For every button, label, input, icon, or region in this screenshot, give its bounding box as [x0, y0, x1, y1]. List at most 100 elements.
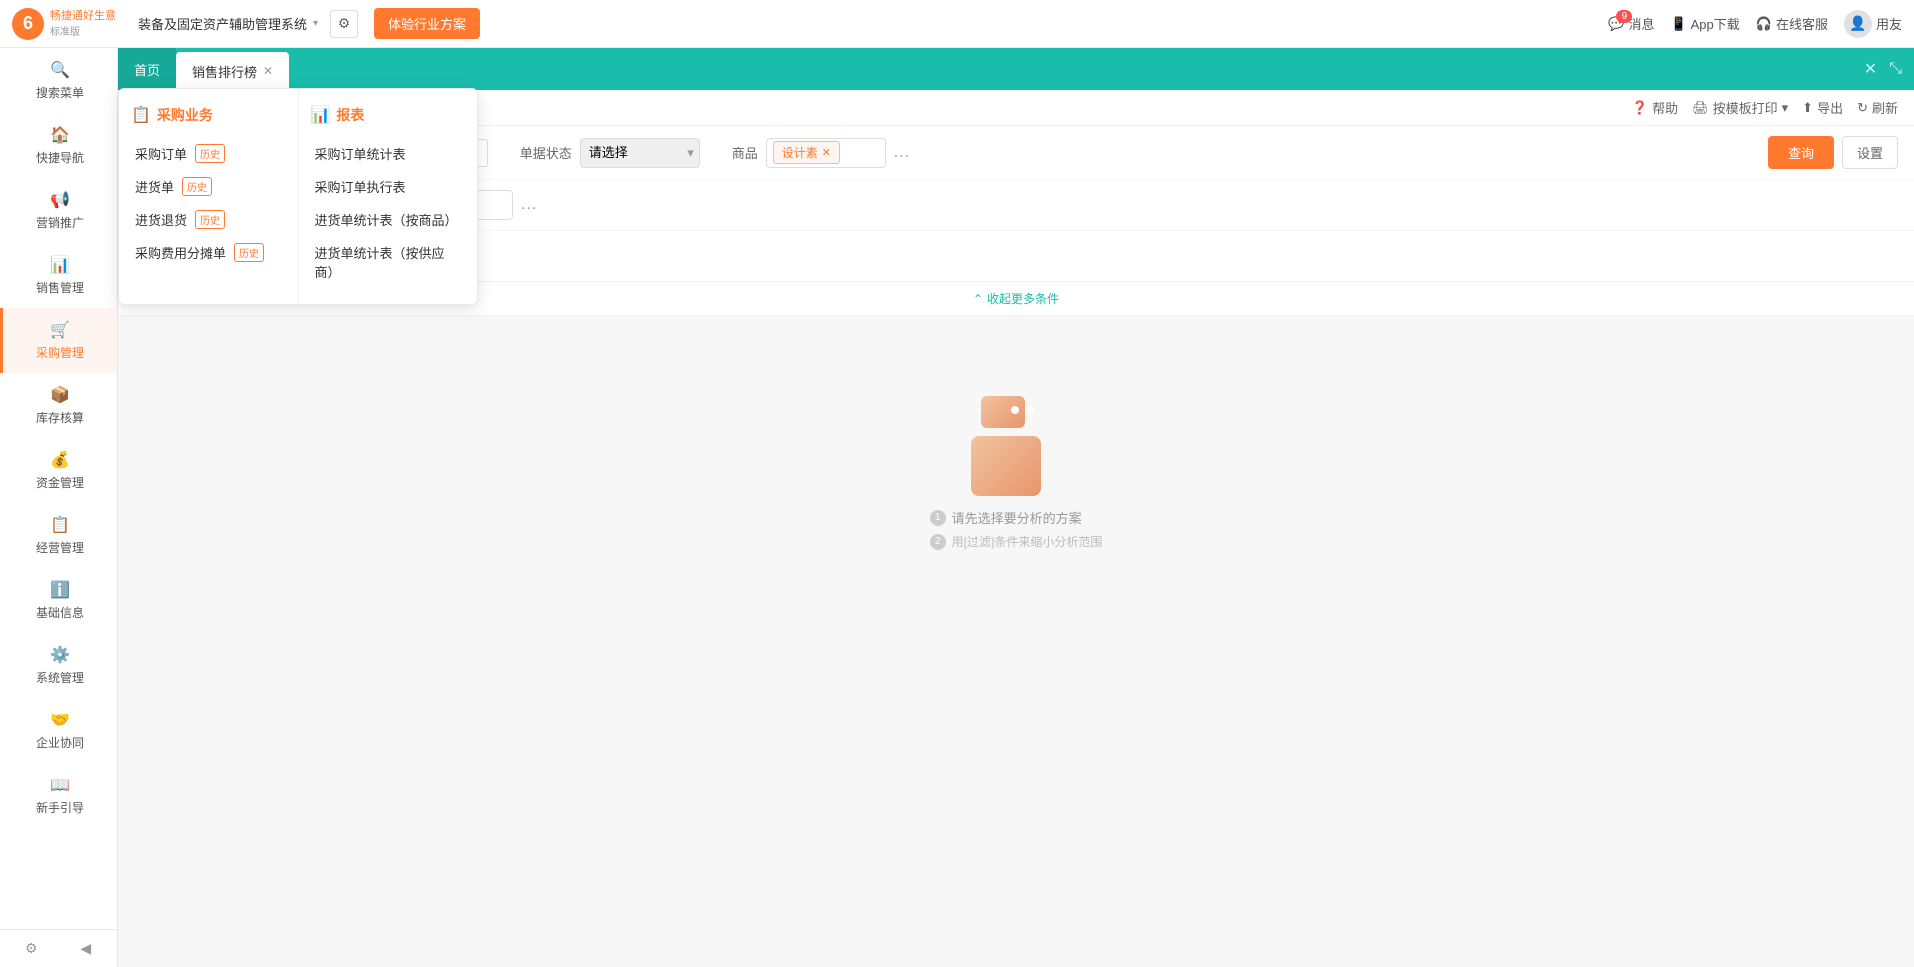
goods-filter: 商品 设计素 ✕ ...	[732, 138, 910, 168]
dropdown-item-purchase-return[interactable]: 进货退货 历史	[131, 203, 286, 236]
sidebar-item-search[interactable]: 🔍 搜索菜单	[0, 48, 117, 113]
headset-icon: 🎧	[1756, 16, 1772, 32]
empty-illustration	[956, 396, 1076, 496]
avatar: 👤	[1844, 10, 1872, 38]
purchase-receipt-history-badge[interactable]: 历史	[182, 177, 212, 196]
logo-text-block: 畅捷通好生意 标准版	[50, 9, 116, 38]
tab-expand-icon[interactable]: ⤡	[1885, 56, 1906, 82]
empty-hint1-text: 请先选择要分析的方案	[952, 508, 1082, 527]
sidebar-item-quick[interactable]: 🏠 快捷导航	[0, 113, 117, 178]
message-item[interactable]: 💬 9 消息	[1608, 14, 1654, 33]
sidebar-item-system[interactable]: ⚙️ 系统管理	[0, 633, 117, 698]
report-col-label: 报表	[336, 105, 364, 125]
template-print-item[interactable]: 🖨 按模板打印 ▾	[1692, 98, 1788, 117]
purchase-order-history-badge[interactable]: 历史	[195, 144, 225, 163]
sidebar-label-system: 系统管理	[36, 669, 84, 686]
sidebar-label-quick: 快捷导航	[36, 149, 84, 166]
sidebar-settings-btn[interactable]: ⚙	[8, 940, 55, 957]
help-item[interactable]: ❓ 帮助	[1632, 98, 1678, 117]
tab-bar: 首页 销售排行榜 ✕ ✕ ⤡	[118, 48, 1914, 90]
app-download-item[interactable]: 📱 App下载	[1670, 14, 1739, 33]
marketing-icon: 📢	[50, 190, 70, 210]
phone-icon: 📱	[1670, 16, 1686, 32]
sidebar-label-capital: 资金管理	[36, 474, 84, 491]
purchase-return-history-badge[interactable]: 历史	[195, 210, 225, 229]
settings-button[interactable]: 设置	[1842, 136, 1898, 169]
report-col: 📊 报表 采购订单统计表 采购订单执行表 进货单统计表（按商品） 进货单统计表（…	[299, 89, 478, 304]
salesperson-dots-btn[interactable]: ...	[521, 196, 537, 214]
refresh-icon: ↻	[1857, 100, 1868, 116]
purchase-col-title: 📋 采购业务	[131, 105, 286, 125]
refresh-item[interactable]: ↻ 刷新	[1857, 98, 1898, 117]
sidebar-item-guide[interactable]: 📖 新手引导	[0, 763, 117, 828]
template-print-label: 按模板打印	[1713, 98, 1778, 117]
sidebar: 🔍 搜索菜单 🏠 快捷导航 📢 营销推广 📊 销售管理 🛒 采购管理 📦 库存核…	[0, 48, 118, 967]
operation-icon: 📋	[50, 515, 70, 535]
sidebar-item-sales[interactable]: 📊 销售管理	[0, 243, 117, 308]
sidebar-bottom: ⚙ ◀	[0, 929, 117, 967]
tab-sales-rank-label: 销售排行榜	[192, 62, 257, 81]
help-icon: ❓	[1632, 100, 1648, 116]
purchase-dropdown-menu: 📋 采购业务 采购订单 历史 进货单 历史 进货退货 历史 采购费用分摊单 历史…	[118, 88, 478, 305]
empty-hints: 1 请先选择要分析的方案 2 用[过滤]条件来缩小分析范围	[930, 508, 1103, 550]
refresh-label: 刷新	[1872, 98, 1898, 117]
dropdown-item-report4[interactable]: 进货单统计表（按供应商）	[311, 236, 466, 288]
sidebar-item-purchase[interactable]: 🛒 采购管理	[0, 308, 117, 373]
system-dropdown-icon[interactable]: ▾	[313, 18, 318, 29]
query-button[interactable]: 查询	[1768, 136, 1834, 169]
tab-close-icon[interactable]: ✕	[263, 64, 273, 78]
top-bar-right: 💬 9 消息 📱 App下载 🎧 在线客服 👤 用友	[1608, 10, 1902, 38]
dropdown-item-purchase-order[interactable]: 采购订单 历史	[131, 137, 286, 170]
goods-tag-text: 设计素	[782, 144, 818, 161]
goods-dots-btn[interactable]: ...	[894, 144, 910, 162]
empty-hint2-text: 用[过滤]条件来缩小分析范围	[952, 533, 1103, 550]
purchase-expense-history-badge[interactable]: 历史	[234, 243, 264, 262]
system-icon: ⚙️	[50, 645, 70, 665]
goods-tag-close[interactable]: ✕	[822, 146, 831, 159]
gear-button[interactable]: ⚙	[330, 10, 358, 38]
export-item[interactable]: ⬆ 导出	[1802, 98, 1843, 117]
bill-status-select[interactable]: 请选择	[580, 138, 700, 168]
sidebar-item-operation[interactable]: 📋 经营管理	[0, 503, 117, 568]
sidebar-item-marketing[interactable]: 📢 营销推广	[0, 178, 117, 243]
message-count: 9	[1616, 10, 1632, 23]
purchase-col-label: 采购业务	[157, 105, 213, 125]
tab-sales-rank[interactable]: 销售排行榜 ✕	[176, 52, 289, 90]
dropdown-item-purchase-expense[interactable]: 采购费用分摊单 历史	[131, 236, 286, 269]
query-actions: 查询 设置	[1768, 136, 1898, 169]
robot-eye-left	[1011, 406, 1019, 414]
top-bar: 6 畅捷通好生意 标准版 装备及固定资产辅助管理系统 ▾ ⚙ 体验行业方案 💬 …	[0, 0, 1914, 48]
goods-input-area[interactable]: 设计素 ✕	[766, 138, 886, 168]
sidebar-item-capital[interactable]: 💰 资金管理	[0, 438, 117, 503]
sales-icon: 📊	[50, 255, 70, 275]
purchase-receipt-label: 进货单	[135, 177, 174, 196]
toolbar-right: ❓ 帮助 🖨 按模板打印 ▾ ⬆ 导出 ↻ 刷新	[1632, 98, 1898, 117]
dropdown-item-purchase-receipt[interactable]: 进货单 历史	[131, 170, 286, 203]
sidebar-item-enterprise[interactable]: 🤝 企业协同	[0, 698, 117, 763]
report4-label: 进货单统计表（按供应商）	[315, 243, 462, 281]
collapse-button[interactable]: ⌃ 收起更多条件	[965, 282, 1067, 315]
industry-button[interactable]: 体验行业方案	[374, 8, 480, 39]
goods-label: 商品	[732, 143, 758, 162]
sidebar-label-operation: 经营管理	[36, 539, 84, 556]
report-col-icon: 📊	[311, 105, 331, 125]
tab-close-all-icon[interactable]: ✕	[1860, 55, 1881, 83]
sidebar-collapse-btn[interactable]: ◀	[63, 940, 110, 957]
sidebar-item-inventory[interactable]: 📦 库存核算	[0, 373, 117, 438]
tab-home-label: 首页	[134, 60, 160, 79]
logo-subtitle: 标准版	[50, 23, 116, 38]
logo-title: 畅捷通好生意	[50, 9, 116, 23]
user-item[interactable]: 👤 用友	[1844, 10, 1902, 38]
notification-badge: 💬 9	[1608, 16, 1624, 32]
dropdown-item-report1[interactable]: 采购订单统计表	[311, 137, 466, 170]
online-service-item[interactable]: 🎧 在线客服	[1756, 14, 1828, 33]
collapse-label: 收起更多条件	[987, 290, 1059, 307]
export-label: 导出	[1817, 98, 1843, 117]
dropdown-item-report2[interactable]: 采购订单执行表	[311, 170, 466, 203]
sidebar-item-basic[interactable]: ℹ️ 基础信息	[0, 568, 117, 633]
logo-icon: 6	[12, 8, 44, 40]
tab-home[interactable]: 首页	[118, 48, 176, 90]
purchase-col: 📋 采购业务 采购订单 历史 进货单 历史 进货退货 历史 采购费用分摊单 历史	[119, 89, 299, 304]
robot-eye-right	[1026, 406, 1034, 414]
dropdown-item-report3[interactable]: 进货单统计表（按商品）	[311, 203, 466, 236]
